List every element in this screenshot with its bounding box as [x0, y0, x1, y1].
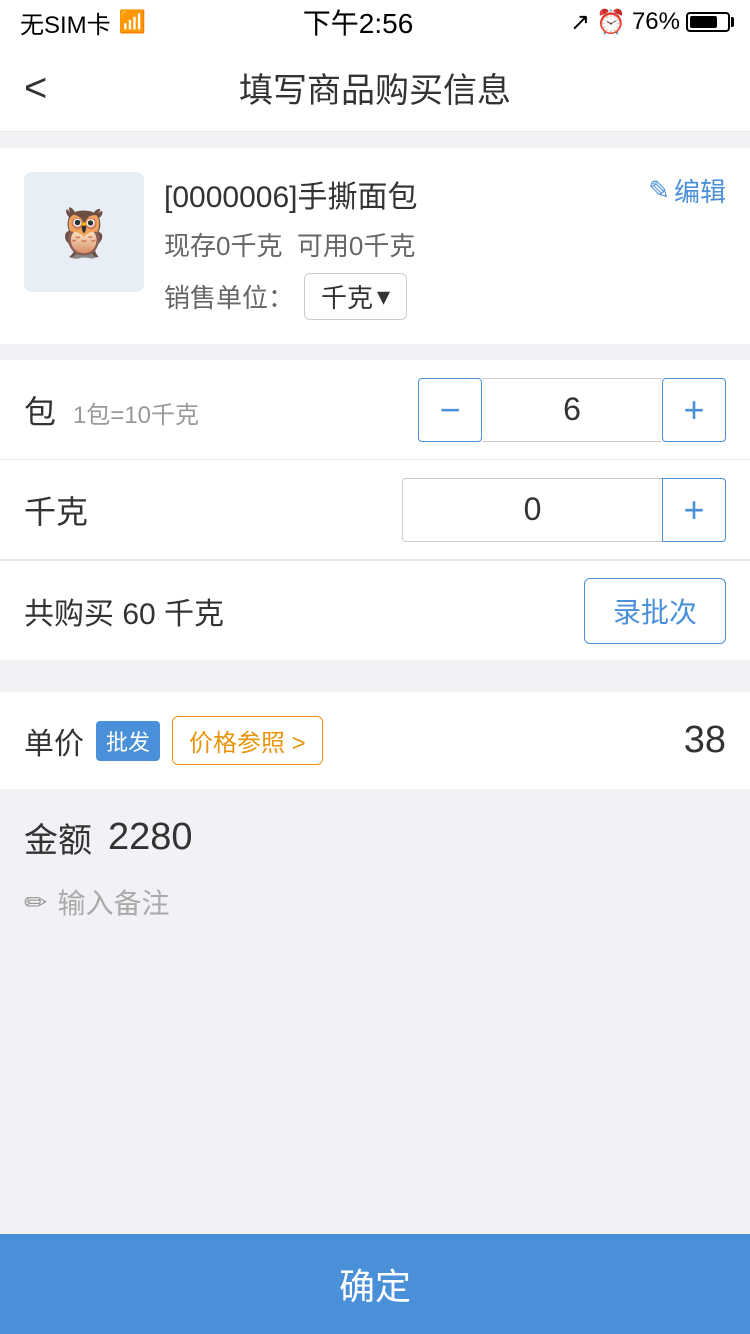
bao-label: 包 1包=10千克 [24, 387, 418, 433]
edit-icon: ✎ [648, 175, 670, 206]
wifi-icon: 📶 [119, 9, 146, 35]
battery-percent: 76% [632, 8, 680, 36]
batch-tag: 批发 [96, 721, 160, 761]
nav-bar: < 填写商品购买信息 [0, 44, 750, 132]
amount-row: 金额 2280 [24, 813, 726, 862]
price-value: 38 [684, 719, 726, 762]
unit-select[interactable]: 千克 ▾ [304, 273, 407, 320]
product-unit-row: 销售单位： 千克 ▾ [164, 273, 726, 320]
summary-section: 共购买 60 千克 录批次 [0, 560, 750, 660]
amount-label: 金额 [24, 813, 92, 862]
bao-input-row: 包 1包=10千克 − + [0, 360, 750, 460]
product-name: [0000006]手撕面包 [164, 172, 726, 216]
qianke-input[interactable] [402, 478, 662, 542]
price-section: 单价 批发 价格参照 > 38 [0, 692, 750, 789]
qianke-input-row: 千克 + [0, 460, 750, 560]
status-time: 下午2:56 [303, 2, 414, 42]
input-section: 包 1包=10千克 − + 千克 + 共购买 60 千克 录批次 [0, 360, 750, 660]
product-thumbnail: 🦉 [54, 204, 114, 261]
page-title: 填写商品购买信息 [239, 63, 511, 112]
price-ref-button[interactable]: 价格参照 > [172, 716, 323, 765]
note-placeholder: 输入备注 [57, 882, 169, 922]
status-right: ↗ ⏰ 76% [570, 8, 730, 37]
carrier-text: 无SIM卡 [20, 5, 111, 40]
pencil-icon: ✏ [24, 886, 47, 919]
product-stock: 现存0千克 可用0千克 [164, 226, 726, 263]
battery-icon [686, 12, 730, 32]
qianke-label: 千克 [24, 487, 402, 533]
bao-decrement-button[interactable]: − [418, 378, 482, 442]
price-label: 单价 [24, 719, 84, 763]
price-left: 单价 批发 价格参照 > [24, 716, 323, 765]
chevron-down-icon: ▾ [377, 281, 390, 312]
summary-text: 共购买 60 千克 [24, 589, 224, 633]
status-left: 无SIM卡 📶 [20, 5, 146, 40]
location-icon: ↗ [570, 8, 590, 37]
unit-label: 销售单位： [164, 278, 294, 315]
product-card: 🦉 [0000006]手撕面包 现存0千克 可用0千克 销售单位： 千克 ▾ ✎… [0, 148, 750, 344]
bottom-spacer [0, 989, 750, 1089]
qianke-increment-button[interactable]: + [662, 478, 726, 542]
status-bar: 无SIM卡 📶 下午2:56 ↗ ⏰ 76% [0, 0, 750, 44]
note-row[interactable]: ✏ 输入备注 [24, 882, 726, 922]
qianke-stepper: + [402, 478, 726, 542]
divider-2 [0, 660, 750, 676]
record-batch-button[interactable]: 录批次 [584, 578, 726, 644]
divider-1 [0, 344, 750, 360]
back-button[interactable]: < [24, 68, 47, 108]
product-image: 🦉 [24, 172, 144, 292]
bao-increment-button[interactable]: + [662, 378, 726, 442]
bao-hint: 1包=10千克 [73, 402, 199, 429]
bao-stepper: − + [418, 378, 726, 442]
product-details: [0000006]手撕面包 现存0千克 可用0千克 销售单位： 千克 ▾ [164, 172, 726, 320]
confirm-button[interactable]: 确定 [0, 1234, 750, 1334]
bao-input[interactable] [482, 378, 662, 442]
amount-section: 金额 2280 ✏ 输入备注 [0, 789, 750, 989]
edit-button[interactable]: ✎ 编辑 [648, 172, 726, 209]
alarm-icon: ⏰ [596, 8, 626, 37]
amount-value: 2280 [108, 816, 193, 859]
